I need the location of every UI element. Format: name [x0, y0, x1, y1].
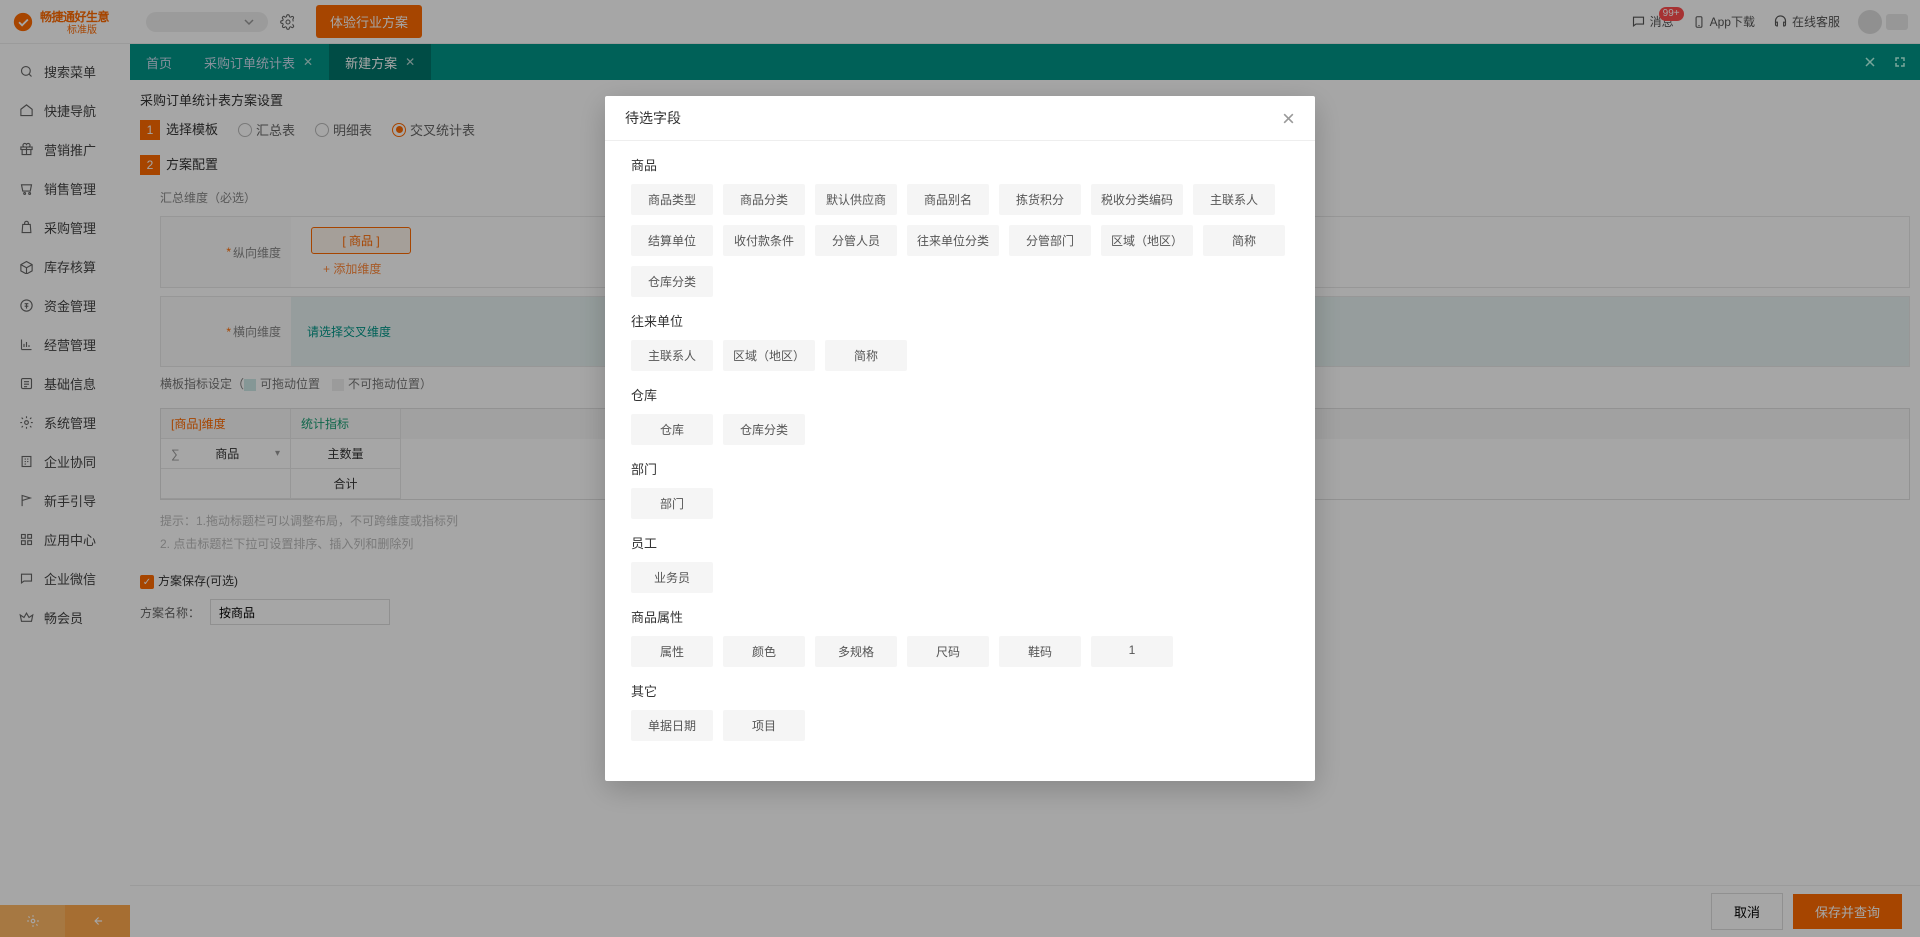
field-chip[interactable]: 部门: [631, 488, 713, 519]
field-chip[interactable]: 1: [1091, 636, 1173, 667]
field-chip[interactable]: 主联系人: [1193, 184, 1275, 215]
field-group-title: 商品: [631, 155, 1289, 174]
field-chip[interactable]: 区域（地区）: [723, 340, 815, 371]
field-chip[interactable]: 多规格: [815, 636, 897, 667]
field-chip[interactable]: 分管部门: [1009, 225, 1091, 256]
field-chip[interactable]: 结算单位: [631, 225, 713, 256]
field-chip[interactable]: 默认供应商: [815, 184, 897, 215]
field-chip[interactable]: 尺码: [907, 636, 989, 667]
field-chip[interactable]: 税收分类编码: [1091, 184, 1183, 215]
field-chip[interactable]: 往来单位分类: [907, 225, 999, 256]
field-chip[interactable]: 属性: [631, 636, 713, 667]
field-chip[interactable]: 简称: [1203, 225, 1285, 256]
field-chip[interactable]: 鞋码: [999, 636, 1081, 667]
modal-header: 待选字段: [605, 96, 1315, 141]
field-chip[interactable]: 仓库: [631, 414, 713, 445]
field-group: 往来单位主联系人区域（地区） 简称: [631, 311, 1289, 371]
field-chip[interactable]: 商品分类: [723, 184, 805, 215]
field-group-title: 商品属性: [631, 607, 1289, 626]
field-chip[interactable]: 拣货积分: [999, 184, 1081, 215]
field-group-title: 部门: [631, 459, 1289, 478]
field-group: 商品属性属性颜色多规格尺码鞋码 1: [631, 607, 1289, 667]
field-group-title: 往来单位: [631, 311, 1289, 330]
field-group: 部门部门: [631, 459, 1289, 519]
field-chip[interactable]: 仓库分类: [631, 266, 713, 297]
field-chip[interactable]: 业务员: [631, 562, 713, 593]
field-selector-modal: 待选字段 商品商品类型商品分类默认供应商商品别名拣货积分税收分类编码主联系人结算…: [605, 96, 1315, 781]
field-group: 商品商品类型商品分类默认供应商商品别名拣货积分税收分类编码主联系人结算单位收付款…: [631, 155, 1289, 297]
modal-body: 商品商品类型商品分类默认供应商商品别名拣货积分税收分类编码主联系人结算单位收付款…: [605, 141, 1315, 781]
field-chip[interactable]: 单据日期: [631, 710, 713, 741]
field-group-title: 其它: [631, 681, 1289, 700]
field-group-title: 员工: [631, 533, 1289, 552]
modal-overlay[interactable]: 待选字段 商品商品类型商品分类默认供应商商品别名拣货积分税收分类编码主联系人结算…: [0, 0, 1920, 937]
field-group: 仓库仓库仓库分类: [631, 385, 1289, 445]
field-chip[interactable]: 区域（地区）: [1101, 225, 1193, 256]
field-group: 其它单据日期项目: [631, 681, 1289, 741]
field-chip[interactable]: 仓库分类: [723, 414, 805, 445]
field-chip[interactable]: 收付款条件: [723, 225, 805, 256]
field-chip[interactable]: 分管人员: [815, 225, 897, 256]
modal-close-icon[interactable]: [1282, 112, 1295, 125]
field-chip[interactable]: 商品类型: [631, 184, 713, 215]
field-chip[interactable]: 颜色: [723, 636, 805, 667]
field-group: 员工业务员: [631, 533, 1289, 593]
field-chip[interactable]: 简称: [825, 340, 907, 371]
field-chip[interactable]: 项目: [723, 710, 805, 741]
field-chip[interactable]: 主联系人: [631, 340, 713, 371]
field-chip[interactable]: 商品别名: [907, 184, 989, 215]
field-group-title: 仓库: [631, 385, 1289, 404]
modal-title: 待选字段: [625, 108, 681, 128]
